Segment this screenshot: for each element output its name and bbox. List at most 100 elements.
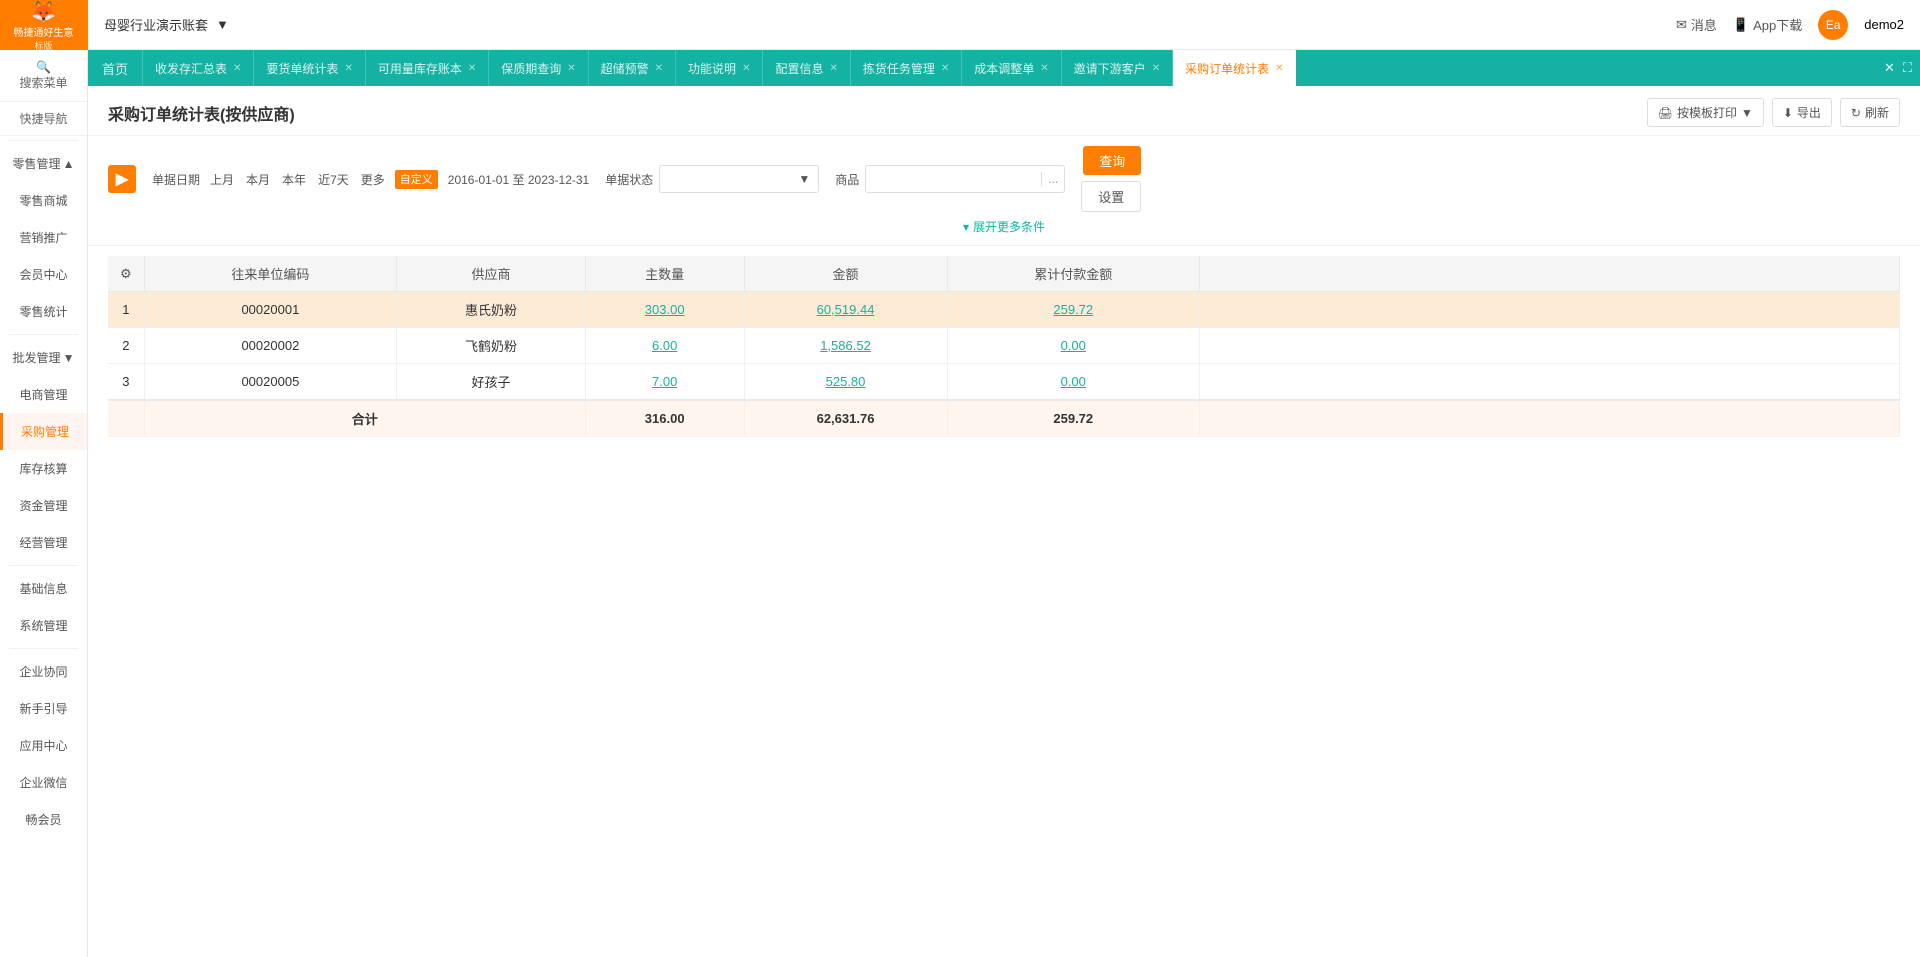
cell-amount: 1,586.52	[744, 328, 947, 364]
table-row[interactable]: 2 00020002 飞鹤奶粉 6.00 1,586.52 0.00	[108, 328, 1900, 364]
tab-invite-customer[interactable]: 邀请下游客户 ✕	[1062, 50, 1173, 86]
sidebar-item-marketing[interactable]: 营销推广	[0, 219, 87, 256]
tab-picking-task[interactable]: 拣货任务管理 ✕	[851, 50, 962, 86]
cell-amount: 525.80	[744, 364, 947, 401]
tab-available-inventory[interactable]: 可用量库存账本 ✕	[366, 50, 489, 86]
logo-text: 畅捷通好生意	[14, 24, 74, 39]
sidebar-item-wholesale[interactable]: 批发管理 ▼	[0, 339, 87, 376]
sidebar-item-members[interactable]: 会员中心	[0, 256, 87, 293]
tab-close-icon[interactable]: ✕	[941, 63, 949, 74]
print-button[interactable]: 🖨 按模板打印 ▼	[1647, 98, 1764, 127]
shortcut-this-year[interactable]: 本年	[278, 170, 310, 189]
tab-function-desc[interactable]: 功能说明 ✕	[676, 50, 763, 86]
avatar[interactable]: Ea	[1818, 10, 1848, 40]
tab-close-all-icon[interactable]: ✕	[1884, 60, 1895, 76]
table-row[interactable]: 3 00020005 好孩子 7.00 525.80 0.00	[108, 364, 1900, 401]
cell-supplier: 好孩子	[397, 364, 586, 401]
tab-close-icon[interactable]: ✕	[742, 63, 750, 74]
tab-close-active-icon[interactable]: ✕	[1275, 63, 1283, 74]
shortcut-this-month[interactable]: 本月	[242, 170, 274, 189]
page-header-actions: 🖨 按模板打印 ▼ ⬇ 导出 ↻ 刷新	[1647, 98, 1900, 127]
th-settings[interactable]: ⚙	[108, 256, 144, 292]
sidebar-item-member[interactable]: 畅会员	[0, 801, 87, 838]
sidebar-item-retail-shop[interactable]: 零售商城	[0, 182, 87, 219]
workspace-dropdown-icon[interactable]: ▼	[216, 17, 229, 32]
filter-date-item: 单据日期 上月 本月 本年 近7天 更多 自定义 2016-01-01 至 20…	[152, 170, 589, 189]
message-btn[interactable]: ✉ 消息	[1676, 15, 1717, 34]
page-header: 采购订单统计表(按供应商) 🖨 按模板打印 ▼ ⬇ 导出 ↻ 刷新	[88, 86, 1920, 136]
sidebar-item-retail-stats[interactable]: 零售统计	[0, 293, 87, 330]
tab-close-icon[interactable]: ✕	[468, 63, 476, 74]
sidebar-item-ecommerce[interactable]: 电商管理	[0, 376, 87, 413]
cell-index: 3	[108, 364, 144, 401]
goods-ellipsis-btn[interactable]: ...	[1041, 172, 1064, 186]
footer-label: 合计	[144, 400, 585, 437]
tab-purchase-order-stats[interactable]: 采购订单统计表 ✕	[1173, 50, 1296, 86]
status-select-dropdown-icon: ▼	[798, 172, 810, 186]
sidebar-item-inventory[interactable]: 库存核算	[0, 450, 87, 487]
tab-close-icon[interactable]: ✕	[1152, 63, 1160, 74]
settings-button[interactable]: 设置	[1081, 181, 1141, 212]
shortcut-more[interactable]: 更多	[357, 170, 389, 189]
header-actions: ✉ 消息 📱 App下载 Ea demo2	[1676, 10, 1904, 40]
page-container: 采购订单统计表(按供应商) 🖨 按模板打印 ▼ ⬇ 导出 ↻ 刷新	[88, 86, 1920, 957]
th-extra	[1200, 256, 1900, 292]
tab-order-stats[interactable]: 要货单统计表 ✕	[254, 50, 365, 86]
avatar-initial: Ea	[1826, 18, 1841, 32]
tab-receipts-summary[interactable]: 收发存汇总表 ✕	[143, 50, 254, 86]
tab-config-info[interactable]: 配置信息 ✕	[763, 50, 850, 86]
filter-status-item: 单据状态 ▼	[605, 165, 819, 193]
tab-close-icon[interactable]: ✕	[344, 63, 352, 74]
sidebar-item-search[interactable]: 🔍 搜索菜单	[0, 50, 87, 102]
table-footer-row: 合计 316.00 62,631.76 259.72	[108, 400, 1900, 437]
sidebar-item-retail-mgmt[interactable]: 零售管理 ▲	[0, 145, 87, 182]
cell-paid: 0.00	[947, 328, 1199, 364]
sidebar-item-app-center[interactable]: 应用中心	[0, 727, 87, 764]
sidebar-item-finance[interactable]: 资金管理	[0, 487, 87, 524]
tab-cost-adjust[interactable]: 成本调整单 ✕	[962, 50, 1061, 86]
cell-index: 1	[108, 292, 144, 328]
filter-status-label: 单据状态	[605, 171, 653, 188]
tab-close-icon[interactable]: ✕	[567, 63, 575, 74]
sidebar-item-enterprise-collab[interactable]: 企业协同	[0, 653, 87, 690]
tab-close-icon[interactable]: ✕	[1040, 63, 1048, 74]
export-button[interactable]: ⬇ 导出	[1772, 98, 1832, 127]
footer-amount: 62,631.76	[744, 400, 947, 437]
sidebar-item-purchase[interactable]: 采购管理	[0, 413, 87, 450]
app-download-btn[interactable]: 📱 App下载	[1733, 15, 1802, 34]
shortcut-last-month[interactable]: 上月	[206, 170, 238, 189]
date-range-display: 2016-01-01 至 2023-12-31	[448, 171, 589, 188]
sidebar-item-system[interactable]: 系统管理	[0, 607, 87, 644]
footer-quantity: 316.00	[585, 400, 744, 437]
tab-close-icon[interactable]: ✕	[829, 63, 837, 74]
filter-toggle-button[interactable]: ▶	[108, 165, 136, 193]
expand-more-btn[interactable]: ▾ 展开更多条件	[108, 218, 1900, 235]
sidebar-item-quicknav[interactable]: 快捷导航	[0, 102, 87, 136]
sidebar-item-basic[interactable]: 基础信息	[0, 570, 87, 607]
cell-code: 00020001	[144, 292, 396, 328]
sidebar-item-newbie[interactable]: 新手引导	[0, 690, 87, 727]
data-table: ⚙ 往来单位编码 供应商 主数量 金额	[108, 256, 1900, 437]
th-code: 往来单位编码	[144, 256, 396, 292]
th-supplier: 供应商	[397, 256, 586, 292]
sidebar: 🦊 畅捷通好生意 标版 🔍 搜索菜单 快捷导航 零售管理 ▲ 零售商城 营销推广…	[0, 0, 88, 957]
cell-quantity: 7.00	[585, 364, 744, 401]
tab-expand-icon[interactable]: ⛶	[1903, 60, 1912, 76]
refresh-button[interactable]: ↻ 刷新	[1840, 98, 1900, 127]
tab-shelf-life[interactable]: 保质期查询 ✕	[489, 50, 588, 86]
sidebar-item-wechat[interactable]: 企业微信	[0, 764, 87, 801]
tab-home[interactable]: 首页	[88, 50, 143, 86]
sidebar-item-operation[interactable]: 经营管理	[0, 524, 87, 561]
tab-bar-actions: ✕ ⛶	[1876, 50, 1920, 86]
tab-overstock[interactable]: 超储预警 ✕	[589, 50, 676, 86]
shortcut-7days[interactable]: 近7天	[314, 170, 353, 189]
goods-search-input[interactable]	[866, 172, 1041, 186]
query-button[interactable]: 查询	[1083, 146, 1141, 175]
tab-close-icon[interactable]: ✕	[233, 63, 241, 74]
workspace-selector[interactable]: 母婴行业演示账套 ▼	[104, 15, 229, 34]
status-select[interactable]: ▼	[659, 165, 819, 193]
query-buttons: 查询 设置	[1081, 146, 1141, 212]
table-row[interactable]: 1 00020001 惠氏奶粉 303.00 60,519.44 259.72	[108, 292, 1900, 328]
filter-goods-item: 商品 ...	[835, 165, 1065, 193]
tab-close-icon[interactable]: ✕	[655, 63, 663, 74]
